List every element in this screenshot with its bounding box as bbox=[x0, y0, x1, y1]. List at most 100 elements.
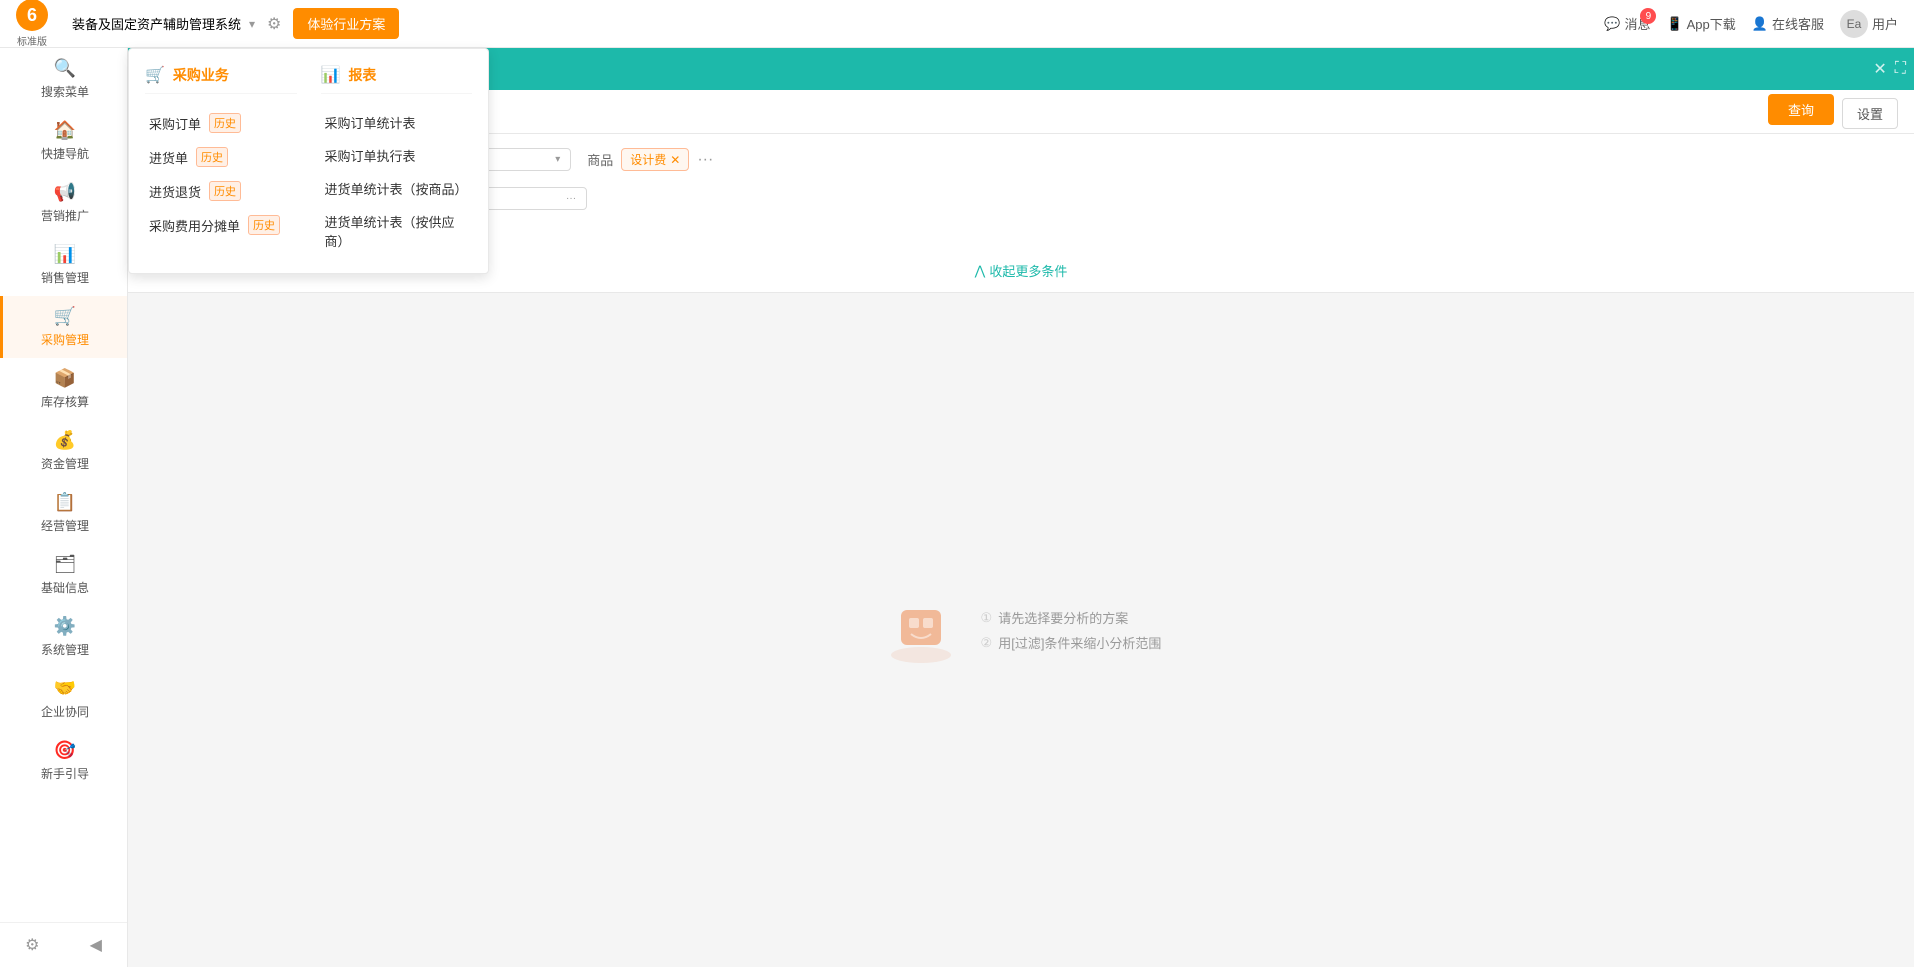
sidebar-item-label-enterprise: 企业协同 bbox=[41, 703, 89, 720]
hint-bullet-1: ① bbox=[981, 610, 993, 626]
sidebar-item-operations[interactable]: 📋 经营管理 bbox=[0, 482, 127, 544]
sidebar: 🔍 搜索菜单 🏠 快捷导航 📢 营销推广 📊 销售管理 🛒 采购管理 📦 bbox=[0, 48, 128, 967]
app-download-item[interactable]: 📱 App下载 bbox=[1666, 14, 1735, 33]
tab-close-all-icon[interactable]: ✕ bbox=[1873, 59, 1886, 79]
sidebar-item-marketing[interactable]: 📢 营销推广 bbox=[0, 172, 127, 234]
user-item[interactable]: Ea 用户 bbox=[1840, 10, 1898, 38]
sidebar-item-label-marketing: 营销推广 bbox=[41, 207, 89, 224]
sidebar-item-label-sales: 销售管理 bbox=[41, 269, 89, 286]
sidebar-item-quick-nav[interactable]: 🏠 快捷导航 bbox=[0, 110, 127, 172]
online-service-item[interactable]: 👤 在线客服 bbox=[1752, 14, 1824, 33]
home-icon: 🏠 bbox=[54, 120, 76, 141]
product-tag-value: 设计费 bbox=[630, 151, 666, 168]
sidebar-item-system[interactable]: ⚙️ 系统管理 bbox=[0, 606, 127, 668]
purchase-icon: 🛒 bbox=[54, 306, 76, 327]
online-service-label: 在线客服 bbox=[1772, 14, 1824, 33]
dropdown-item-purchase-order[interactable]: 采购订单 历史 bbox=[145, 106, 297, 140]
dropdown-item-receipt-label: 进货单 bbox=[149, 148, 188, 167]
sidebar-item-label-system: 系统管理 bbox=[41, 641, 89, 658]
tab-bar-right: ✕ ⛶ bbox=[1873, 59, 1906, 79]
history-badge-4: 历史 bbox=[248, 215, 280, 235]
filter-product: 商品 设计费 ✕ ··· bbox=[587, 148, 713, 171]
service-icon: 👤 bbox=[1752, 16, 1768, 32]
phone-icon: 📱 bbox=[1666, 16, 1682, 32]
history-badge-2: 历史 bbox=[196, 147, 228, 167]
system-settings-icon[interactable]: ⚙ bbox=[267, 14, 281, 34]
sidebar-item-label-quick-nav: 快捷导航 bbox=[41, 145, 89, 162]
dropdown-item-po-exec-label: 采购订单执行表 bbox=[325, 146, 416, 165]
app-container: 6 标准版 装备及固定资产辅助管理系统 ▾ ⚙ 体验行业方案 💬 消息 9 📱 … bbox=[0, 0, 1914, 967]
dropdown-item-return-label: 进货退货 bbox=[149, 182, 201, 201]
empty-hints: ① 请先选择要分析的方案 ② 用[过滤]条件来缩小分析范围 bbox=[981, 608, 1162, 652]
collapse-btn[interactable]: ⋀ 收起更多条件 bbox=[975, 261, 1068, 280]
purchase-dropdown-menu: 🛒 采购业务 采购订单 历史 进货单 历史 进货退货 历史 采购费用分摊单 历史 bbox=[128, 48, 489, 274]
sidebar-item-enterprise[interactable]: 🤝 企业协同 bbox=[0, 668, 127, 730]
dropdown-item-cost-alloc[interactable]: 采购费用分摊单 历史 bbox=[145, 208, 297, 242]
user-label: 用户 bbox=[1872, 14, 1898, 33]
sidebar-item-inventory[interactable]: 📦 库存核算 bbox=[0, 358, 127, 420]
sidebar-item-purchase[interactable]: 🛒 采购管理 bbox=[0, 296, 127, 358]
product-tag: 设计费 ✕ bbox=[621, 148, 689, 171]
settings-button[interactable]: 设置 bbox=[1842, 98, 1898, 129]
toolbar-right: 查询 设置 bbox=[1768, 94, 1898, 129]
dropdown-item-cost-alloc-label: 采购费用分摊单 bbox=[149, 216, 240, 235]
product-more-btn[interactable]: ··· bbox=[697, 151, 713, 169]
sidebar-settings-btn[interactable]: ⚙ bbox=[17, 931, 47, 959]
finance-icon: 💰 bbox=[54, 430, 76, 451]
product-tag-close[interactable]: ✕ bbox=[670, 153, 680, 167]
dropdown-item-receipt[interactable]: 进货单 历史 bbox=[145, 140, 297, 174]
sidebar-item-finance[interactable]: 💰 资金管理 bbox=[0, 420, 127, 482]
purchase-section-header: 🛒 采购业务 bbox=[145, 65, 297, 94]
user-avatar: Ea bbox=[1840, 10, 1868, 38]
system-name: 装备及固定资产辅助管理系统 bbox=[72, 14, 241, 33]
purchase-section-title: 采购业务 bbox=[173, 65, 229, 85]
sidebar-bottom: ⚙ ◀ bbox=[0, 922, 127, 967]
salesperson-arrow: ··· bbox=[566, 193, 576, 204]
message-item[interactable]: 💬 消息 9 bbox=[1604, 14, 1650, 33]
sidebar-item-basic-info[interactable]: 🗂 基础信息 bbox=[0, 544, 127, 606]
logo-area: 6 标准版 bbox=[16, 0, 48, 48]
collapse-icon: ⋀ bbox=[975, 263, 986, 279]
main-content: ① 请先选择要分析的方案 ② 用[过滤]条件来缩小分析范围 bbox=[128, 293, 1914, 967]
sidebar-item-label-operations: 经营管理 bbox=[41, 517, 89, 534]
inventory-icon: 📦 bbox=[54, 368, 76, 389]
sidebar-item-label-purchase: 采购管理 bbox=[41, 331, 89, 348]
system-icon: ⚙️ bbox=[54, 616, 76, 637]
dropdown-item-receipt-by-product-label: 进货单统计表（按商品） bbox=[325, 179, 468, 198]
empty-hint-1: ① 请先选择要分析的方案 bbox=[981, 608, 1162, 627]
sidebar-item-label-inventory: 库存核算 bbox=[41, 393, 89, 410]
dropdown-item-purchase-order-label: 采购订单 bbox=[149, 114, 201, 133]
sidebar-item-label-newbie: 新手引导 bbox=[41, 765, 89, 782]
industry-btn[interactable]: 体验行业方案 bbox=[293, 8, 399, 39]
newbie-icon: 🎯 bbox=[54, 740, 76, 761]
system-dropdown-arrow[interactable]: ▾ bbox=[249, 17, 255, 31]
sidebar-item-newbie[interactable]: 🎯 新手引导 bbox=[0, 730, 127, 792]
tab-maximize-icon[interactable]: ⛶ bbox=[1895, 60, 1906, 78]
dropdown-item-po-exec[interactable]: 采购订单执行表 bbox=[321, 139, 473, 172]
sidebar-item-search[interactable]: 🔍 搜索菜单 bbox=[0, 48, 127, 110]
app-download-label: App下载 bbox=[1687, 14, 1736, 33]
marketing-icon: 📢 bbox=[54, 182, 76, 203]
hint-text-1: 请先选择要分析的方案 bbox=[998, 608, 1128, 627]
query-button[interactable]: 查询 bbox=[1768, 94, 1834, 125]
logo-subtext: 标准版 bbox=[17, 33, 47, 48]
sidebar-item-sales[interactable]: 📊 销售管理 bbox=[0, 234, 127, 296]
sidebar-item-label-search: 搜索菜单 bbox=[41, 83, 89, 100]
dropdown-item-receipt-by-supplier[interactable]: 进货单统计表（按供应商） bbox=[321, 205, 473, 257]
dropdown-item-return[interactable]: 进货退货 历史 bbox=[145, 174, 297, 208]
sales-icon: 📊 bbox=[54, 244, 76, 265]
collapse-label: 收起更多条件 bbox=[989, 261, 1067, 280]
basic-info-icon: 🗂 bbox=[54, 554, 77, 575]
dropdown-item-receipt-by-product[interactable]: 进货单统计表（按商品） bbox=[321, 172, 473, 205]
history-badge-1: 历史 bbox=[209, 113, 241, 133]
search-icon: 🔍 bbox=[54, 58, 76, 79]
message-badge: 9 bbox=[1640, 8, 1656, 24]
report-section: 📊 报表 采购订单统计表 采购订单执行表 进货单统计表（按商品） 进货单统计表（… bbox=[321, 65, 473, 257]
sidebar-collapse-btn[interactable]: ◀ bbox=[82, 931, 110, 959]
hint-bullet-2: ② bbox=[981, 635, 993, 651]
doc-status-arrow: ▾ bbox=[555, 154, 560, 165]
logo-icon: 6 bbox=[16, 0, 48, 31]
dropdown-item-receipt-by-supplier-label: 进货单统计表（按供应商） bbox=[325, 212, 469, 250]
dropdown-item-po-stat[interactable]: 采购订单统计表 bbox=[321, 106, 473, 139]
hint-text-2: 用[过滤]条件来缩小分析范围 bbox=[998, 633, 1161, 652]
